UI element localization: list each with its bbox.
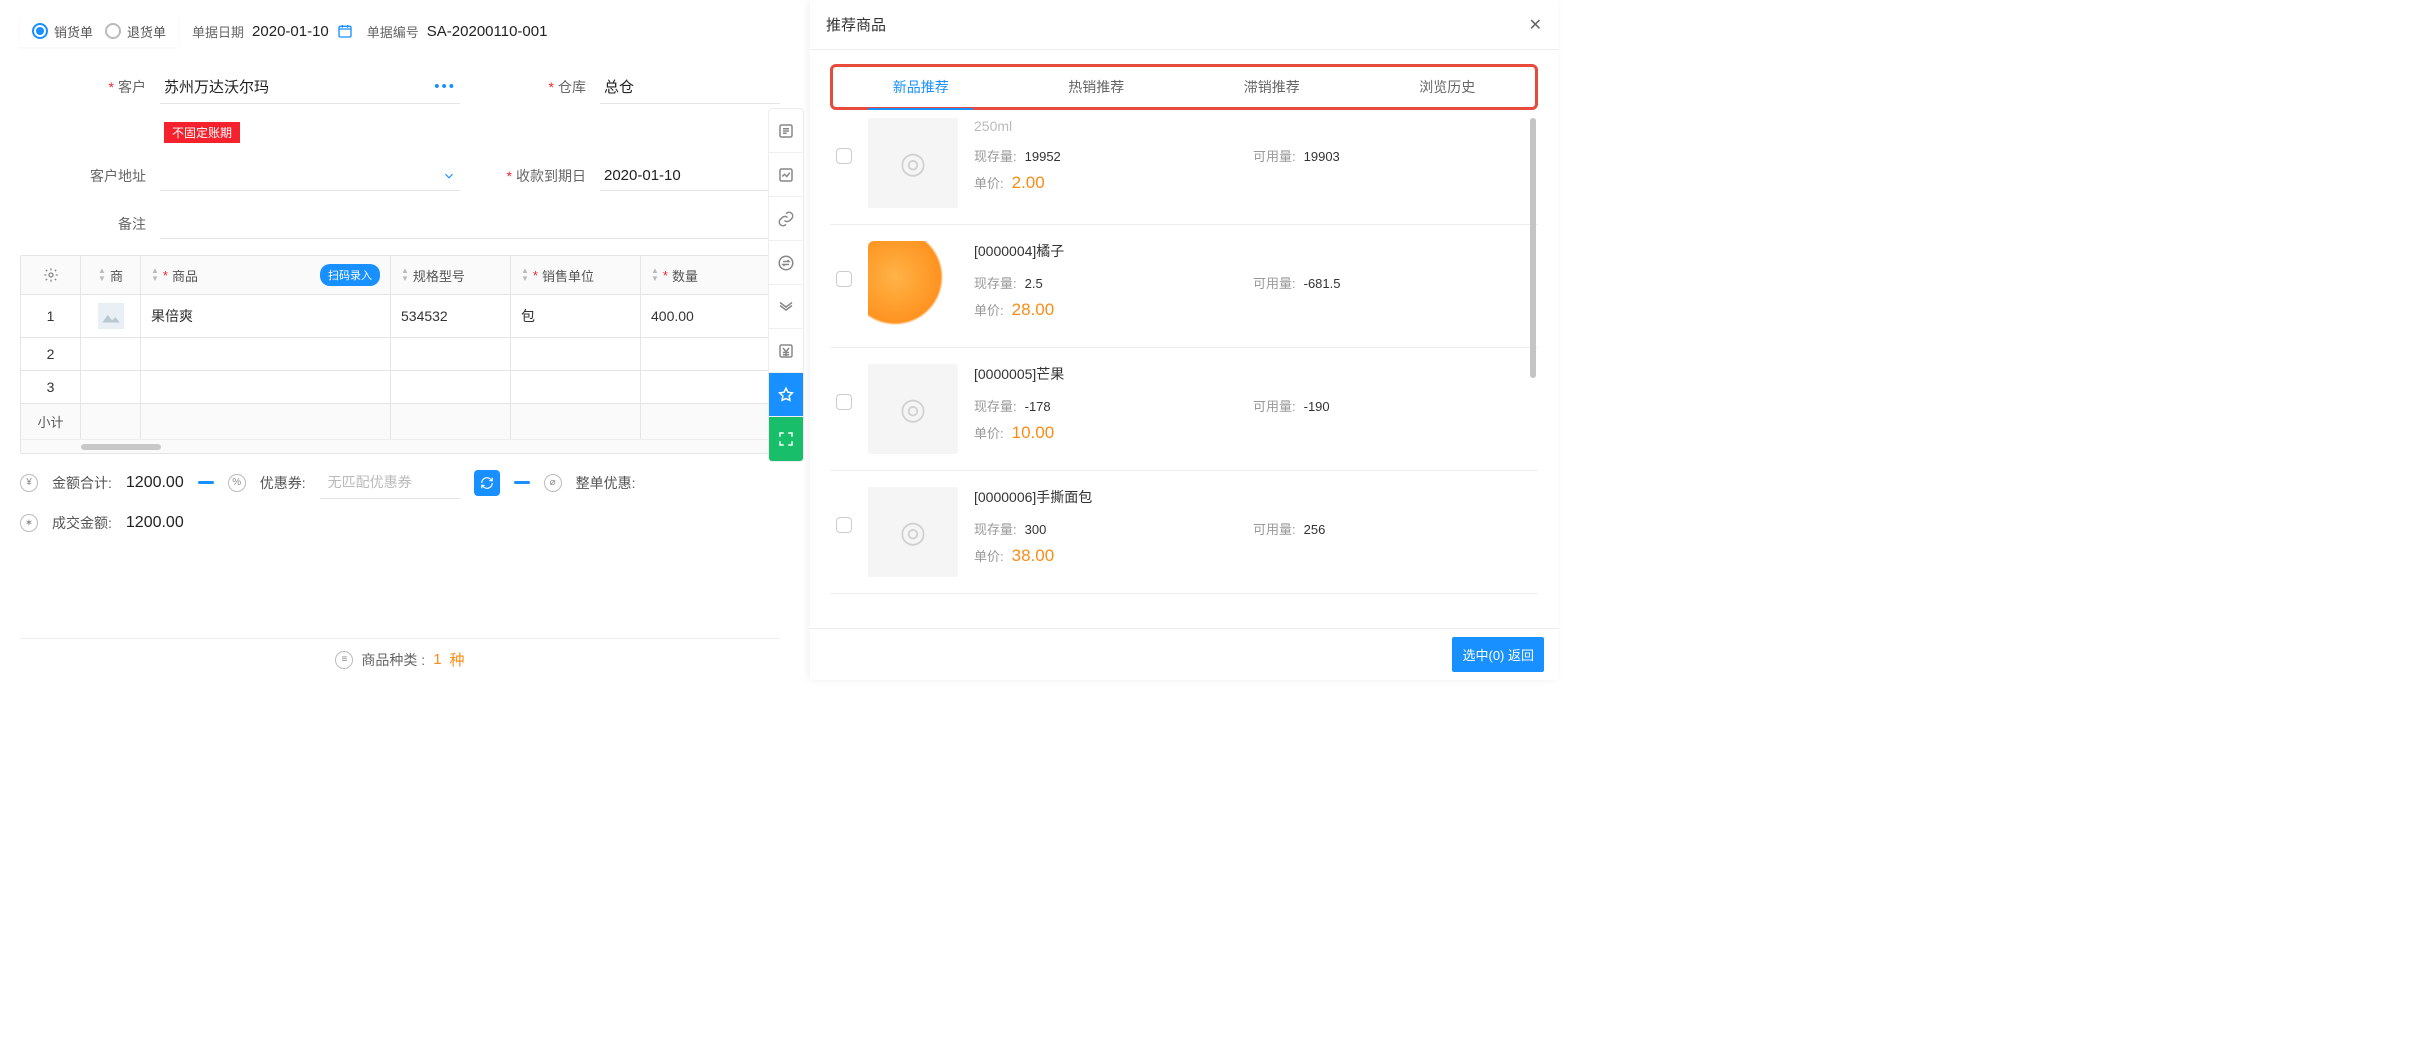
select-return-button[interactable]: 选中(0) 返回 — [1452, 637, 1544, 672]
kind-label: 商品种类 : — [361, 650, 425, 670]
due-date-field[interactable]: 2020-01-10 — [600, 161, 780, 191]
list-item: [0000004]橘子 现存量:2.5 可用量:-681.5 单价:28.00 — [830, 225, 1538, 348]
sort-icon[interactable]: ▲▼ — [651, 267, 659, 283]
credit-term-badge: 不固定账期 — [164, 122, 240, 143]
deal-label: 成交金额: — [52, 513, 112, 533]
due-date-label: 收款到期日 — [460, 166, 600, 186]
kind-icon: ≡ — [335, 651, 353, 669]
doc-date-value[interactable]: 2020-01-10 — [252, 23, 329, 40]
currency-tool-icon[interactable] — [769, 329, 803, 373]
product-thumb: ◎ — [868, 487, 958, 577]
sort-icon[interactable]: ▲▼ — [98, 267, 106, 283]
tab-return-order[interactable]: 退货单 — [105, 22, 166, 41]
select-checkbox[interactable] — [836, 148, 852, 164]
select-checkbox[interactable] — [836, 394, 852, 410]
refresh-coupon-button[interactable] — [474, 470, 500, 496]
chart-icon[interactable] — [769, 153, 803, 197]
star-icon[interactable] — [769, 373, 803, 417]
sort-icon[interactable]: ▲▼ — [521, 267, 529, 283]
list-icon[interactable] — [769, 109, 803, 153]
remark-field[interactable] — [160, 209, 780, 239]
tab-sales-order[interactable]: 销货单 — [32, 22, 93, 41]
collapse-icon[interactable] — [769, 285, 803, 329]
calendar-icon[interactable] — [337, 23, 353, 39]
expand-icon[interactable] — [769, 417, 803, 461]
sort-icon[interactable]: ▲▼ — [151, 267, 159, 283]
warehouse-field[interactable]: 总仓 — [600, 70, 780, 104]
list-item: ◎ [0000006]手撕面包 现存量:300 可用量:256 单价:38.00 — [830, 471, 1538, 594]
list-item: ◎ 250ml 现存量:19952 可用量:19903 单价:2.00 — [830, 118, 1538, 225]
product-thumb — [868, 241, 958, 331]
gear-icon[interactable] — [43, 267, 59, 283]
currency-icon: ¥ — [20, 474, 38, 492]
minus-icon — [514, 481, 530, 484]
subtotal-label: 小计 — [21, 404, 81, 439]
tab-slow-recommend[interactable]: 滞销推荐 — [1184, 77, 1360, 97]
panel-title: 推荐商品 — [826, 14, 886, 35]
kind-suffix: 种 — [450, 649, 465, 670]
product-thumb: ◎ — [868, 364, 958, 454]
table-row[interactable]: 3 — [21, 371, 779, 404]
customer-field[interactable]: 苏州万达沃尔玛 ••• — [160, 70, 460, 104]
coupon-input[interactable]: 无匹配优惠券 — [320, 466, 460, 499]
link-icon[interactable] — [769, 197, 803, 241]
product-thumb: ◎ — [868, 118, 958, 208]
sort-icon[interactable]: ▲▼ — [401, 267, 409, 283]
sum-label: 金额合计: — [52, 473, 112, 493]
side-toolbar — [768, 108, 804, 462]
warehouse-label: 仓库 — [460, 77, 600, 97]
deal-icon: ✶ — [20, 514, 38, 532]
close-icon[interactable]: ✕ — [1529, 15, 1542, 35]
address-field[interactable] — [160, 161, 460, 191]
tab-browse-history[interactable]: 浏览历史 — [1360, 77, 1536, 97]
coupon-icon: % — [228, 474, 246, 492]
product-thumb — [81, 295, 141, 337]
list-item: ◎ [0000005]芒果 现存量:-178 可用量:-190 单价:10.00 — [830, 348, 1538, 471]
tab-hot-recommend[interactable]: 热销推荐 — [1009, 77, 1185, 97]
coupon-label: 优惠券: — [260, 473, 306, 493]
select-checkbox[interactable] — [836, 271, 852, 287]
select-checkbox[interactable] — [836, 517, 852, 533]
discount-icon: ⌀ — [544, 474, 562, 492]
sum-value: 1200.00 — [126, 474, 184, 492]
remark-label: 备注 — [20, 214, 160, 234]
tab-return-label: 退货单 — [127, 22, 166, 41]
address-label: 客户地址 — [20, 166, 160, 186]
swap-icon[interactable] — [769, 241, 803, 285]
discount-label: 整单优惠: — [576, 473, 636, 493]
doc-no-label: 单据编号 — [367, 22, 419, 41]
minus-icon — [198, 481, 214, 484]
vertical-scrollbar[interactable] — [1530, 118, 1536, 378]
scan-input-button[interactable]: 扫码录入 — [320, 264, 380, 286]
customer-lookup-icon[interactable]: ••• — [434, 78, 456, 95]
doc-date-label: 单据日期 — [192, 22, 244, 41]
tab-new-recommend[interactable]: 新品推荐 — [833, 77, 1009, 97]
chevron-down-icon[interactable] — [442, 169, 456, 183]
deal-value: 1200.00 — [126, 514, 184, 532]
doc-no-value: SA-20200110-001 — [427, 23, 548, 40]
table-row[interactable]: 2 — [21, 338, 779, 371]
recommend-tabs: 新品推荐 热销推荐 滞销推荐 浏览历史 — [830, 64, 1538, 110]
tab-sales-label: 销货单 — [54, 22, 93, 41]
recommend-panel: 推荐商品 ✕ 新品推荐 热销推荐 滞销推荐 浏览历史 ◎ 250ml 现存量:1… — [810, 0, 1558, 680]
table-row[interactable]: 1 果倍爽 534532 包 400.00 — [21, 295, 779, 338]
horizontal-scrollbar[interactable] — [21, 439, 779, 453]
kind-value: 1 — [433, 651, 441, 668]
customer-label: 客户 — [20, 77, 160, 97]
line-items-grid: ▲▼商 ▲▼*商品扫码录入 ▲▼规格型号 ▲▼*销售单位 ▲▼*数量 1 果倍爽… — [20, 255, 780, 454]
